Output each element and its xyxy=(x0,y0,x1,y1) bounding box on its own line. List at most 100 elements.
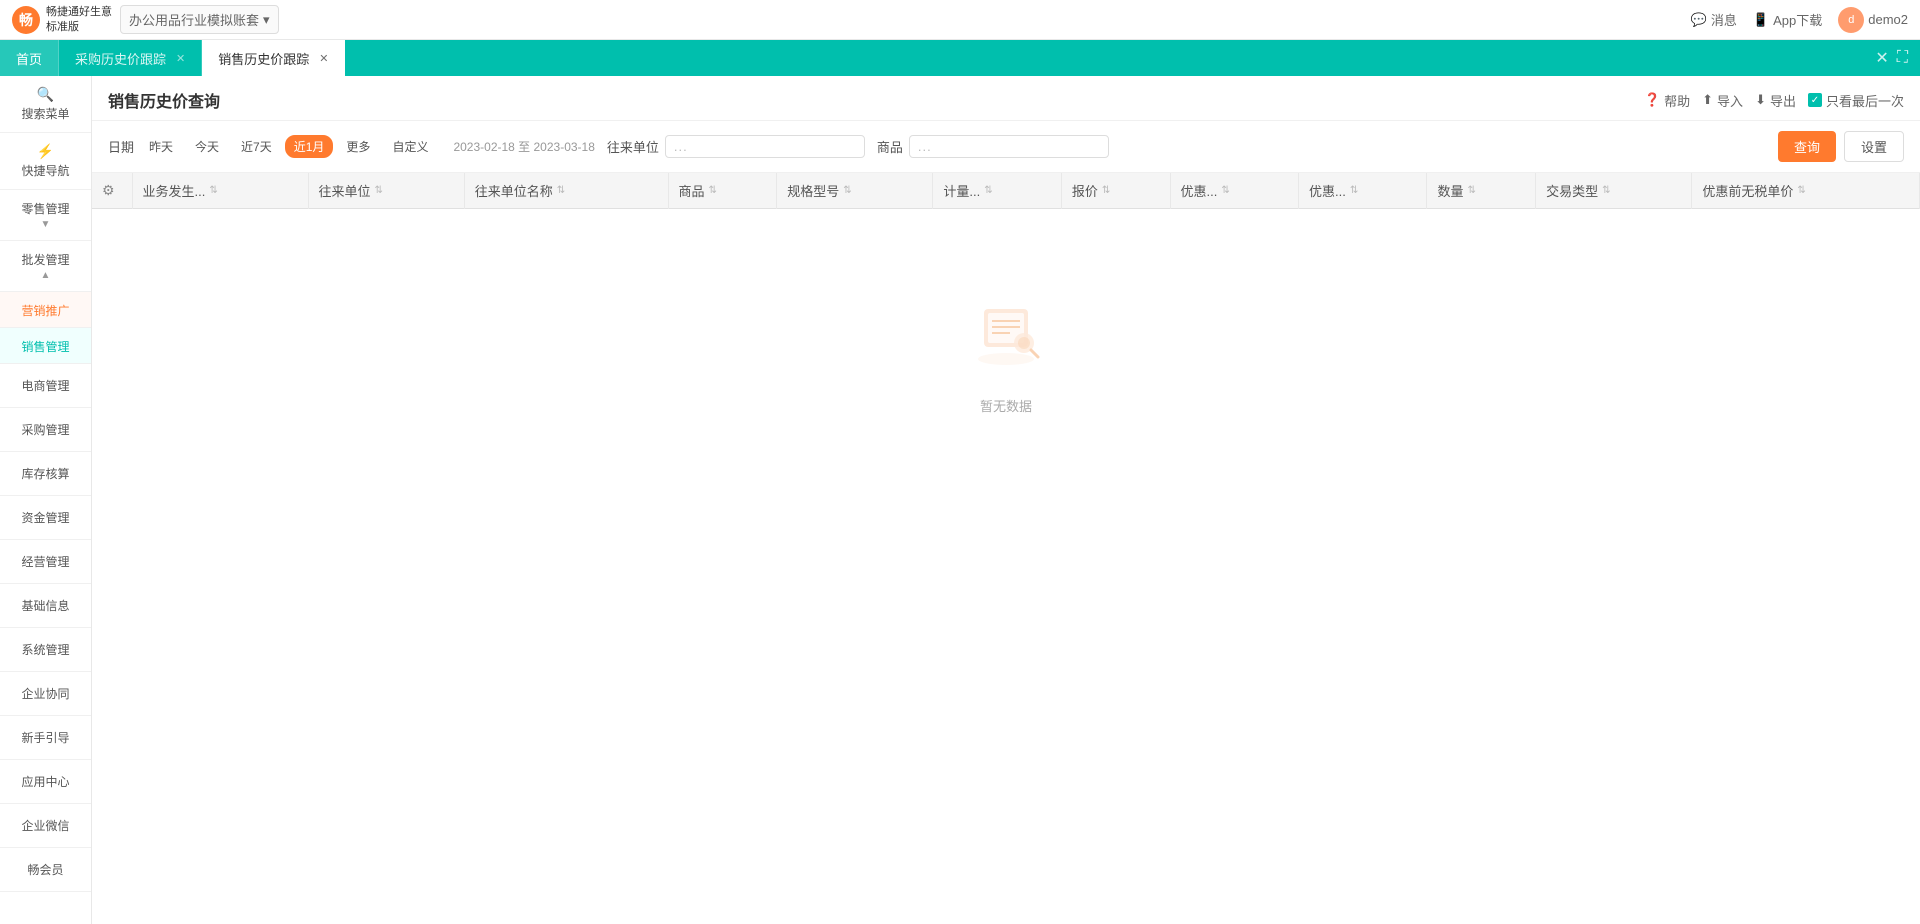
sidebar-item-inventory[interactable]: 库存核算 xyxy=(0,452,91,496)
th-partner-name[interactable]: 往来单位名称 ⇅ xyxy=(464,173,668,209)
close-tab-icon[interactable]: ✕ xyxy=(1875,48,1888,68)
sidebar-finance-label: 资金管理 xyxy=(21,509,69,526)
message-button[interactable]: 💬 消息 xyxy=(1691,10,1737,29)
empty-state: 暂无数据 xyxy=(92,209,1920,495)
tab-purchase-history[interactable]: 采购历史价跟踪 ✕ xyxy=(59,40,202,76)
sidebar-retail-label: 零售管理 xyxy=(21,200,69,217)
sidebar-item-ecommerce[interactable]: 电商管理 xyxy=(0,364,91,408)
search-icon: 🔍 xyxy=(37,86,54,103)
sort-icon: ⇅ xyxy=(1602,185,1610,196)
sidebar-system-label: 系统管理 xyxy=(21,641,69,658)
date-btn-yesterday[interactable]: 昨天 xyxy=(140,135,182,158)
table-header: ⚙ 业务发生... ⇅ 往来单位 ⇅ xyxy=(92,173,1920,209)
logo-text: 畅捷通好生意 标准版 xyxy=(46,5,112,34)
sidebar-item-operations[interactable]: 经营管理 xyxy=(0,540,91,584)
sidebar-item-marketing[interactable]: 营销推广 xyxy=(0,292,91,328)
sidebar-item-member[interactable]: 畅会员 xyxy=(0,848,91,892)
sidebar-item-appstore[interactable]: 应用中心 xyxy=(0,760,91,804)
gear-icon[interactable]: ⚙ xyxy=(102,182,115,198)
th-partner-code[interactable]: 往来单位 ⇅ xyxy=(308,173,464,209)
sidebar-purchase-label: 采购管理 xyxy=(21,421,69,438)
tab-bar: 首页 采购历史价跟踪 ✕ 销售历史价跟踪 ✕ ✕ ⛶ xyxy=(0,40,1920,76)
page-title: 销售历史价查询 xyxy=(108,88,220,112)
th-tx-type[interactable]: 交易类型 ⇅ xyxy=(1536,173,1692,209)
sidebar-item-basics[interactable]: 基础信息 xyxy=(0,584,91,628)
sidebar-item-search[interactable]: 🔍 搜索菜单 xyxy=(0,76,91,133)
tab-bar-actions: ✕ ⛶ xyxy=(1875,48,1920,68)
sidebar-ecommerce-label: 电商管理 xyxy=(21,377,69,394)
sidebar-item-purchase[interactable]: 采购管理 xyxy=(0,408,91,452)
sidebar-item-guide[interactable]: 新手引导 xyxy=(0,716,91,760)
goods-input[interactable]: ... xyxy=(909,135,1109,158)
import-button[interactable]: ⬆ 导入 xyxy=(1702,91,1743,110)
th-price[interactable]: 报价 ⇅ xyxy=(1061,173,1170,209)
sort-icon: ⇅ xyxy=(709,185,717,196)
sidebar-item-finance[interactable]: 资金管理 xyxy=(0,496,91,540)
sidebar-item-enterprise[interactable]: 企业协同 xyxy=(0,672,91,716)
sidebar-item-retail[interactable]: 零售管理 ▼ xyxy=(0,190,91,241)
sidebar-marketing-label: 营销推广 xyxy=(21,302,69,319)
sort-icon: ⇅ xyxy=(1797,185,1805,196)
th-discount1[interactable]: 优惠... ⇅ xyxy=(1170,173,1298,209)
date-btn-7days[interactable]: 近7天 xyxy=(232,135,281,158)
page-actions: ❓ 帮助 ⬆ 导入 ⬇ 导出 ✓ 只看最后一次 xyxy=(1644,91,1904,110)
top-bar: 畅 畅捷通好生意 标准版 办公用品行业模拟账套 ▾ 💬 消息 📱 App下载 d… xyxy=(0,0,1920,40)
goods-filter: 商品 ... xyxy=(877,135,1109,158)
user-profile[interactable]: d demo2 xyxy=(1838,7,1908,33)
th-qty[interactable]: 数量 ⇅ xyxy=(1427,173,1536,209)
th-spec[interactable]: 规格型号 ⇅ xyxy=(777,173,933,209)
sidebar-search-label: 搜索菜单 xyxy=(21,105,69,122)
table-area: ⚙ 业务发生... ⇅ 往来单位 ⇅ xyxy=(92,173,1920,924)
partner-placeholder: ... xyxy=(674,139,688,154)
sidebar-item-wechat[interactable]: 企业微信 xyxy=(0,804,91,848)
sidebar-quick-nav-label: 快捷导航 xyxy=(21,162,69,179)
th-unit[interactable]: 计量... ⇅ xyxy=(933,173,1061,209)
sidebar-operations-label: 经营管理 xyxy=(21,553,69,570)
tab-home[interactable]: 首页 xyxy=(0,40,59,76)
date-btn-1month[interactable]: 近1月 xyxy=(285,135,334,158)
th-goods[interactable]: 商品 ⇅ xyxy=(668,173,777,209)
tab-sales-history[interactable]: 销售历史价跟踪 ✕ xyxy=(202,40,345,76)
checkbox-checked-icon: ✓ xyxy=(1808,93,1822,107)
th-biz-date[interactable]: 业务发生... ⇅ xyxy=(132,173,308,209)
phone-icon: 📱 xyxy=(1753,12,1769,28)
maximize-icon[interactable]: ⛶ xyxy=(1897,49,1908,67)
sidebar-item-quick-nav[interactable]: ⚡ 快捷导航 xyxy=(0,133,91,190)
date-range-text: 2023-02-18 至 2023-03-18 xyxy=(453,138,594,155)
sort-icon: ⇅ xyxy=(1221,185,1229,196)
purchase-history-tab-label: 采购历史价跟踪 xyxy=(75,49,166,68)
export-button[interactable]: ⬇ 导出 xyxy=(1755,91,1796,110)
query-button[interactable]: 查询 xyxy=(1778,131,1836,162)
chevron-down-icon: ▾ xyxy=(263,12,270,28)
app-download-button[interactable]: 📱 App下载 xyxy=(1753,10,1822,29)
empty-illustration xyxy=(966,289,1046,384)
sort-icon: ⇅ xyxy=(984,185,992,196)
date-btn-custom[interactable]: 自定义 xyxy=(383,135,437,158)
partner-input[interactable]: ... xyxy=(665,135,865,158)
th-discount2[interactable]: 优惠... ⇅ xyxy=(1299,173,1427,209)
sidebar-item-sales[interactable]: 销售管理 xyxy=(0,328,91,364)
filter-actions: 查询 设置 xyxy=(1778,131,1904,162)
th-no-tax-price[interactable]: 优惠前无税单价 ⇅ xyxy=(1692,173,1920,209)
user-name: demo2 xyxy=(1868,12,1908,27)
date-btn-more[interactable]: 更多 xyxy=(337,135,379,158)
purchase-history-close-icon[interactable]: ✕ xyxy=(176,52,185,65)
sidebar-sales-label: 销售管理 xyxy=(21,338,69,355)
workspace-selector[interactable]: 办公用品行业模拟账套 ▾ xyxy=(120,5,279,34)
only-last-checkbox-label[interactable]: ✓ 只看最后一次 xyxy=(1808,91,1904,110)
home-tab-label: 首页 xyxy=(16,49,42,68)
partner-label: 往来单位 xyxy=(607,137,659,156)
setting-button[interactable]: 设置 xyxy=(1844,131,1904,162)
sales-history-close-icon[interactable]: ✕ xyxy=(319,52,328,65)
sidebar: 🔍 搜索菜单 ⚡ 快捷导航 零售管理 ▼ 批发管理 ▲ 营销推广 销售管理 电商… xyxy=(0,76,92,924)
sales-history-tab-label: 销售历史价跟踪 xyxy=(218,49,309,68)
export-icon: ⬇ xyxy=(1755,92,1766,108)
date-btn-today[interactable]: 今天 xyxy=(186,135,228,158)
sidebar-item-system[interactable]: 系统管理 xyxy=(0,628,91,672)
sidebar-item-wholesale[interactable]: 批发管理 ▲ xyxy=(0,241,91,292)
help-icon: ❓ xyxy=(1644,92,1660,108)
chevron-up-icon: ▲ xyxy=(41,270,51,281)
sort-icon: ⇅ xyxy=(1102,185,1110,196)
sidebar-guide-label: 新手引导 xyxy=(21,729,69,746)
help-button[interactable]: ❓ 帮助 xyxy=(1644,91,1690,110)
